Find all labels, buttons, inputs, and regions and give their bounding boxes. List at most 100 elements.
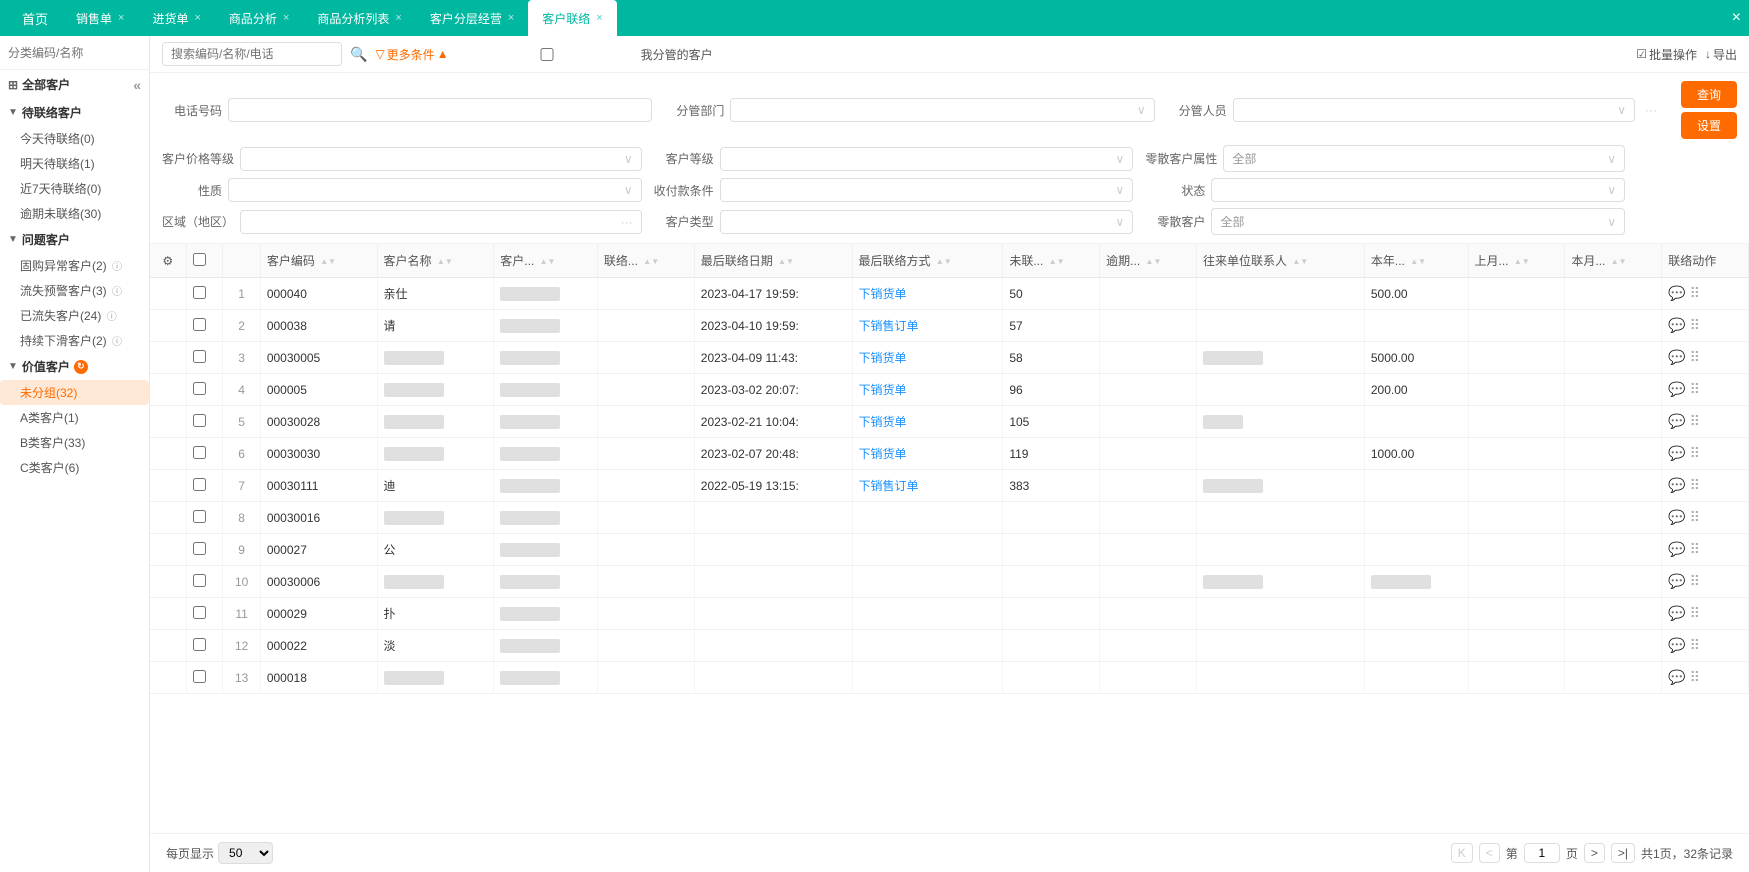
- search-input[interactable]: [162, 42, 342, 66]
- contact-icon[interactable]: 💬: [1668, 509, 1685, 526]
- row-checkbox[interactable]: [193, 318, 206, 331]
- contact-icon[interactable]: 💬: [1668, 413, 1685, 430]
- sidebar-item-grade-c[interactable]: C类客户(6): [0, 455, 149, 480]
- sidebar-item-persistent-low[interactable]: 持续下滑客户(2) ⓘ: [0, 328, 149, 353]
- status-select[interactable]: ∨: [1211, 178, 1625, 202]
- sidebar-item-lost[interactable]: 已流失客户(24) ⓘ: [0, 303, 149, 328]
- th-customer-code[interactable]: 客户编码 ▲▼: [260, 244, 377, 278]
- row-checkbox[interactable]: [193, 542, 206, 555]
- person-select[interactable]: ∨: [1233, 98, 1635, 122]
- sidebar-group-value[interactable]: ▼ 价值客户 ↻: [0, 353, 149, 380]
- menu-icon[interactable]: ⠿: [1690, 605, 1700, 622]
- close-product-analysis-list-icon[interactable]: ×: [395, 12, 401, 24]
- th-contact-person[interactable]: 往来单位联系人 ▲▼: [1197, 244, 1365, 278]
- contact-icon[interactable]: 💬: [1668, 349, 1685, 366]
- close-customer-contact-icon[interactable]: ×: [596, 12, 602, 24]
- sidebar-item-tomorrow[interactable]: 明天待联络(1): [0, 151, 149, 176]
- contact-icon[interactable]: 💬: [1668, 477, 1685, 494]
- th-this-year[interactable]: 本年... ▲▼: [1364, 244, 1468, 278]
- price-grade-select[interactable]: ∨: [240, 147, 642, 171]
- person-more-icon[interactable]: ···: [1645, 103, 1657, 117]
- contact-icon[interactable]: 💬: [1668, 541, 1685, 558]
- sidebar-group-problem[interactable]: ▼ 问题客户: [0, 226, 149, 253]
- td-last-contact-way[interactable]: 下销货单: [852, 342, 1003, 374]
- per-page-select[interactable]: 50 100 200: [218, 842, 273, 864]
- td-last-contact-way[interactable]: 下销货单: [852, 438, 1003, 470]
- this-month-sorter[interactable]: ▲▼: [1611, 257, 1627, 266]
- th-last-contact-way[interactable]: 最后联络方式 ▲▼: [852, 244, 1003, 278]
- contact-icon[interactable]: 💬: [1668, 637, 1685, 654]
- contact-person-sorter[interactable]: ▲▼: [1292, 257, 1308, 266]
- nav-product-analysis[interactable]: 商品分析 ×: [215, 0, 303, 36]
- more-conditions-btn[interactable]: ▽ 更多条件 ▲: [375, 46, 448, 63]
- th-checkbox[interactable]: [186, 244, 223, 278]
- last-month-sorter[interactable]: ▲▼: [1514, 257, 1530, 266]
- contact-icon[interactable]: 💬: [1668, 573, 1685, 590]
- sidebar-search-input[interactable]: [8, 46, 150, 60]
- sidebar-item-grade-a[interactable]: A类客户(1): [0, 405, 149, 430]
- row-checkbox[interactable]: [193, 350, 206, 363]
- th-this-month[interactable]: 本月... ▲▼: [1565, 244, 1662, 278]
- td-last-contact-way[interactable]: [852, 598, 1003, 630]
- th-last-month[interactable]: 上月... ▲▼: [1468, 244, 1565, 278]
- search-icon[interactable]: 🔍: [350, 46, 367, 63]
- overdue-sorter[interactable]: ▲▼: [1146, 257, 1162, 266]
- my-customers-checkbox[interactable]: [457, 48, 637, 61]
- row-checkbox[interactable]: [193, 510, 206, 523]
- nature-select[interactable]: ∨: [228, 178, 642, 202]
- reset-button[interactable]: 设置: [1681, 112, 1737, 139]
- td-checkbox[interactable]: [186, 374, 223, 406]
- td-checkbox[interactable]: [186, 278, 223, 310]
- nav-product-analysis-list[interactable]: 商品分析列表 ×: [303, 0, 415, 36]
- td-checkbox[interactable]: [186, 598, 223, 630]
- row-checkbox[interactable]: [193, 446, 206, 459]
- payment-select[interactable]: ∨: [720, 178, 1134, 202]
- row-checkbox[interactable]: [193, 670, 206, 683]
- dept-select[interactable]: ∨: [730, 98, 1154, 122]
- td-last-contact-way[interactable]: [852, 566, 1003, 598]
- close-all-button[interactable]: ×: [1732, 9, 1741, 27]
- retail-attr-select[interactable]: 全部 ∨: [1223, 145, 1625, 172]
- menu-icon[interactable]: ⠿: [1690, 445, 1700, 462]
- th-customer-type[interactable]: 客户... ▲▼: [494, 244, 598, 278]
- td-last-contact-way[interactable]: 下销货单: [852, 374, 1003, 406]
- contact-icon[interactable]: 💬: [1668, 669, 1685, 686]
- region-select[interactable]: ···: [240, 210, 642, 234]
- td-last-contact-way[interactable]: 下销货单: [852, 406, 1003, 438]
- menu-icon[interactable]: ⠿: [1690, 509, 1700, 526]
- contact-icon[interactable]: 💬: [1668, 605, 1685, 622]
- row-checkbox[interactable]: [193, 286, 206, 299]
- th-last-contact-date[interactable]: 最后联络日期 ▲▼: [694, 244, 852, 278]
- close-purchase-order-icon[interactable]: ×: [194, 12, 200, 24]
- menu-icon[interactable]: ⠿: [1690, 637, 1700, 654]
- td-last-contact-way[interactable]: 下销售订单: [852, 310, 1003, 342]
- customer-code-sorter[interactable]: ▲▼: [320, 257, 336, 266]
- td-checkbox[interactable]: [186, 502, 223, 534]
- contact-icon[interactable]: 💬: [1668, 381, 1685, 398]
- customer-name-sorter[interactable]: ▲▼: [437, 257, 453, 266]
- row-checkbox[interactable]: [193, 478, 206, 491]
- page-number-input[interactable]: [1524, 843, 1560, 863]
- td-checkbox[interactable]: [186, 662, 223, 694]
- close-sales-order-icon[interactable]: ×: [118, 12, 124, 24]
- td-last-contact-way[interactable]: [852, 630, 1003, 662]
- sidebar-item-7days[interactable]: 近7天待联络(0): [0, 176, 149, 201]
- sidebar-item-grade-b[interactable]: B类客户(33): [0, 430, 149, 455]
- td-checkbox[interactable]: [186, 534, 223, 566]
- customer-type-sorter[interactable]: ▲▼: [540, 257, 556, 266]
- contact-icon[interactable]: 💬: [1668, 445, 1685, 462]
- td-last-contact-way[interactable]: [852, 502, 1003, 534]
- nav-home[interactable]: 首页: [8, 0, 62, 36]
- menu-icon[interactable]: ⠿: [1690, 349, 1700, 366]
- menu-icon[interactable]: ⠿: [1690, 541, 1700, 558]
- nav-sales-order[interactable]: 销售单 ×: [62, 0, 138, 36]
- select-all-checkbox[interactable]: [193, 253, 206, 266]
- contact-icon[interactable]: 💬: [1668, 317, 1685, 334]
- last-contact-way-sorter[interactable]: ▲▼: [936, 257, 952, 266]
- sidebar-item-today[interactable]: 今天待联络(0): [0, 126, 149, 151]
- customer-grade-select[interactable]: ∨: [720, 147, 1134, 171]
- th-contact[interactable]: 联络... ▲▼: [597, 244, 694, 278]
- td-last-contact-way[interactable]: 下销售订单: [852, 470, 1003, 502]
- close-customer-segment-icon[interactable]: ×: [508, 12, 514, 24]
- td-checkbox[interactable]: [186, 438, 223, 470]
